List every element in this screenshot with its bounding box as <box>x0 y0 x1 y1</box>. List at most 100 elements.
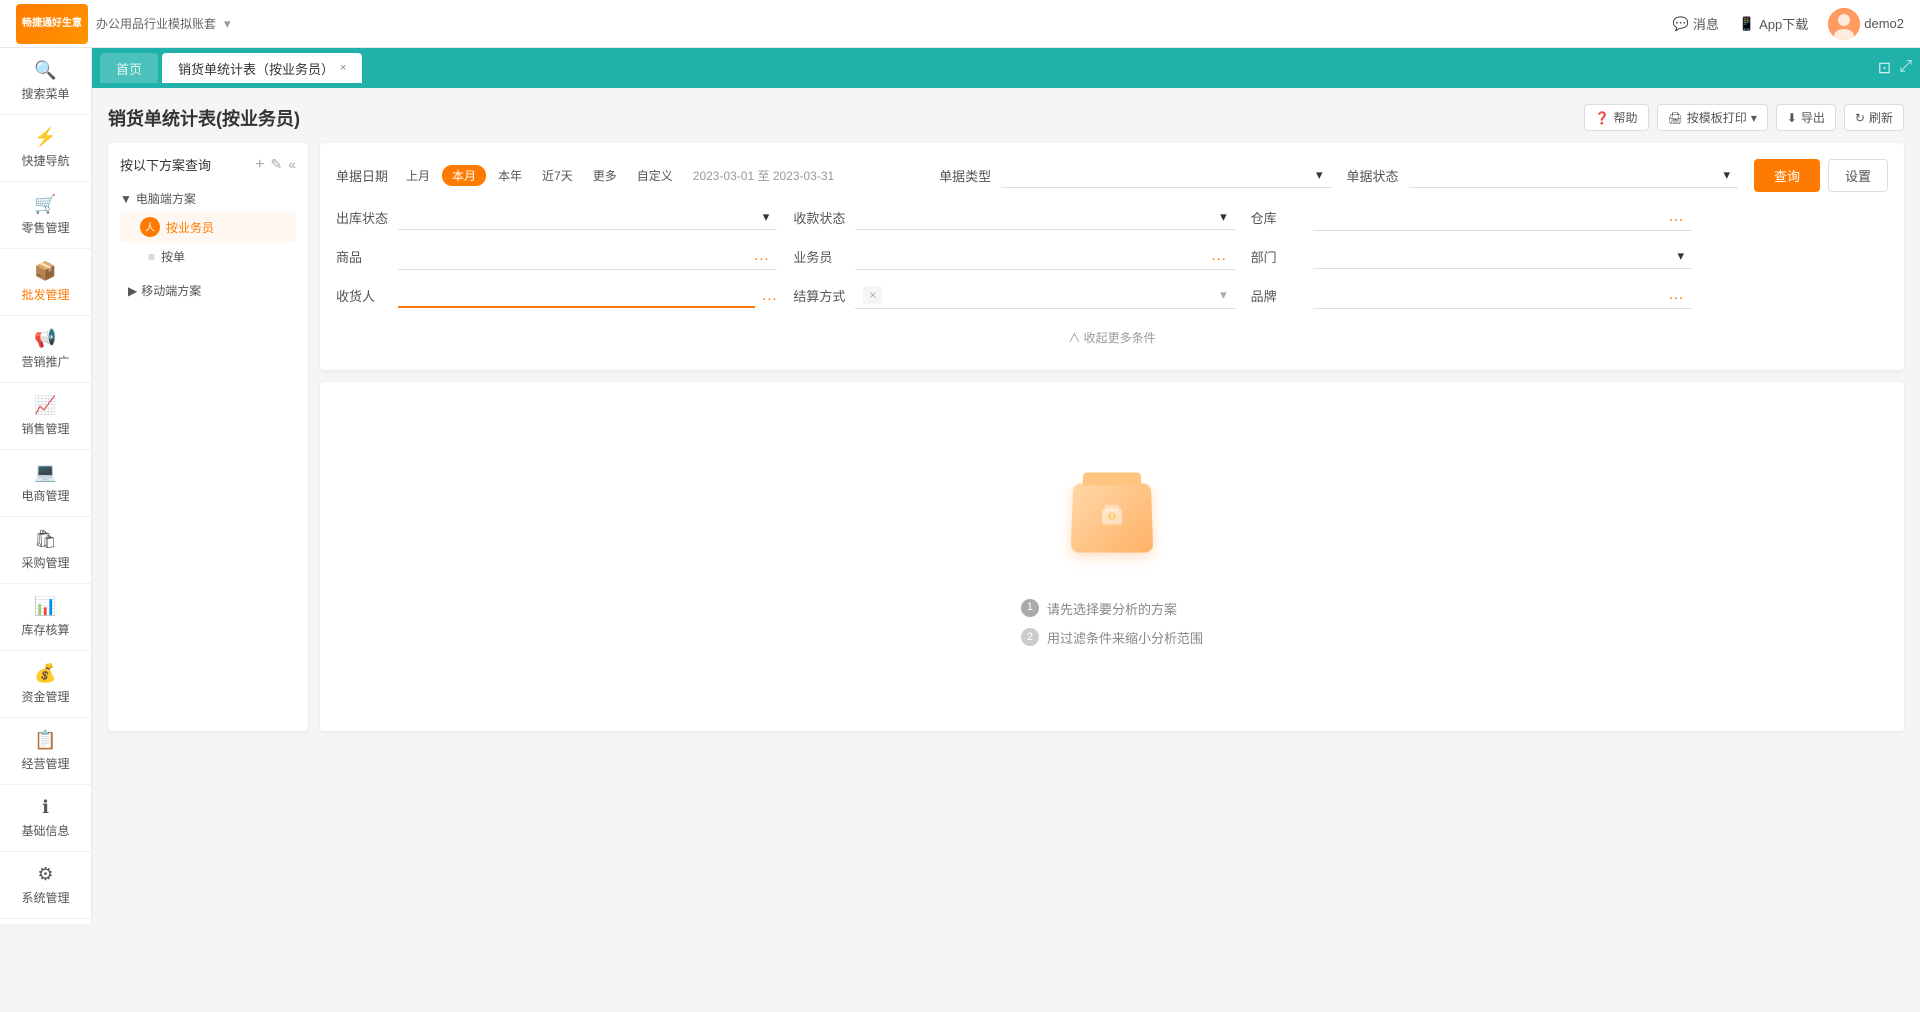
sidebar-item-11[interactable]: ℹ基础信息 <box>0 785 91 852</box>
sidebar-item-8[interactable]: 📊库存核算 <box>0 584 91 651</box>
filter-doc-type: 单据类型 ▾ <box>939 163 1330 188</box>
mobile-scheme-group: ▶ 移动端方案 <box>120 278 296 303</box>
sidebar-item-13[interactable]: 🤝企业协同 <box>0 919 91 924</box>
filter-salesperson: 业务员 … <box>793 243 1234 270</box>
export-button[interactable]: ⬇ 导出 <box>1776 104 1836 131</box>
left-panel-title: 按以下方案查询 <box>120 155 211 174</box>
user-profile[interactable]: demo2 <box>1828 8 1904 40</box>
salesperson-dots[interactable]: … <box>1211 247 1227 265</box>
empty-text: 1 请先选择要分析的方案 2 用过滤条件来缩小分析范围 <box>1021 598 1203 651</box>
payment-tag: × <box>863 286 882 304</box>
date-custom[interactable]: 自定义 <box>629 165 681 186</box>
filter-payment: 结算方式 × ▾ <box>793 282 1234 309</box>
topbar-left: 畅捷通好生意 办公用品行业模拟账套 ▾ <box>16 4 231 44</box>
filter-row-2: 出库状态 ▾ 收款状态 ▾ 仓库 <box>336 204 1888 231</box>
query-button[interactable]: 查询 <box>1754 159 1820 192</box>
dept-label: 部门 <box>1251 247 1307 266</box>
tabbar-right: ⊡ ⤢ <box>1878 58 1912 78</box>
doc-type-select[interactable]: ▾ <box>1001 163 1330 188</box>
filter-row-3: 商品 … 业务员 … 部门 <box>336 243 1888 270</box>
salesperson-label: 业务员 <box>793 247 849 266</box>
filter-date: 单据日期 上月 本月 本年 近7天 更多 自定义 2023-03-01 至 20… <box>336 165 923 186</box>
date-prev-month[interactable]: 上月 <box>398 165 438 186</box>
doc-type-label: 单据类型 <box>939 166 995 185</box>
date-range-row: 上月 本月 本年 近7天 更多 自定义 2023-03-01 至 2023-03… <box>398 165 923 186</box>
consignee-dots[interactable]: … <box>761 287 777 305</box>
scheme-active-icon: 人 <box>140 217 160 237</box>
breadcrumb-dropdown[interactable]: ▾ <box>224 16 231 32</box>
settings-button[interactable]: 设置 <box>1828 159 1888 192</box>
product-dots[interactable]: … <box>753 247 769 265</box>
empty-state: ! 1 请先选择要分析的方案 2 用过滤条件来缩小分析范围 <box>320 382 1904 731</box>
sidebar-item-5[interactable]: 📈销售管理 <box>0 383 91 450</box>
sidebar-item-9[interactable]: 💰资金管理 <box>0 651 91 718</box>
pc-scheme-group-title[interactable]: ▼ 电脑端方案 <box>120 186 296 211</box>
edit-scheme-icon[interactable]: ✎ <box>270 156 282 174</box>
user-name: demo2 <box>1864 16 1904 31</box>
main-content: 销货单统计表(按业务员) ❓ 帮助 🖨 按模板打印 ▾ ⬇ 导出 ↻ 刷新 <box>92 88 1920 924</box>
date-this-month[interactable]: 本月 <box>442 165 486 186</box>
sidebar-item-3[interactable]: 📦批发管理 <box>0 249 91 316</box>
date-range-text: 2023-03-01 至 2023-03-31 <box>693 167 834 184</box>
sidebar-item-1[interactable]: ⚡快捷导航 <box>0 115 91 182</box>
warehouse-label: 仓库 <box>1251 208 1307 227</box>
date-quick-btns: 上月 本月 本年 近7天 更多 自定义 <box>398 165 681 186</box>
date-7days[interactable]: 近7天 <box>534 165 581 186</box>
print-dropdown-icon: ▾ <box>1751 111 1757 125</box>
doc-status-label: 单据状态 <box>1347 166 1403 185</box>
sidebar: 🔍搜索菜单⚡快捷导航🛒零售管理📦批发管理📢营销推广📈销售管理💻电商管理🛍采购管理… <box>0 48 92 924</box>
tab-active[interactable]: 销货单统计表（按业务员） × <box>162 53 362 83</box>
payment-tag-close[interactable]: × <box>869 288 876 302</box>
scheme-item-order[interactable]: ≡ 按单 <box>120 243 296 270</box>
dept-select[interactable]: ▾ <box>1313 244 1692 269</box>
step-1: 1 请先选择要分析的方案 <box>1021 598 1203 621</box>
help-button[interactable]: ❓ 帮助 <box>1584 104 1649 131</box>
triangle-down-icon: ▼ <box>120 192 132 206</box>
filter-receipt-status: 收款状态 ▾ <box>793 205 1234 230</box>
refresh-icon: ↻ <box>1855 111 1865 125</box>
empty-box-icon: ! <box>1097 499 1127 535</box>
tab-home[interactable]: 首页 <box>100 53 158 83</box>
date-more[interactable]: 更多 <box>585 165 625 186</box>
sidebar-item-0[interactable]: 🔍搜索菜单 <box>0 48 91 115</box>
sidebar-item-7[interactable]: 🛍采购管理 <box>0 517 91 584</box>
receipt-status-select[interactable]: ▾ <box>855 205 1234 230</box>
dropdown-icon: ▾ <box>1316 167 1323 183</box>
tab-expand-icon[interactable]: ⤢ <box>1899 58 1912 78</box>
dropdown-icon-2: ▾ <box>1723 167 1730 183</box>
message-action[interactable]: 💬 消息 <box>1673 14 1719 33</box>
collapse-panel-icon[interactable]: « <box>288 156 296 174</box>
filter-product: 商品 … <box>336 243 777 270</box>
brand-dots[interactable]: … <box>1668 286 1684 304</box>
collapse-bar[interactable]: ∧ 收起更多条件 <box>336 321 1888 354</box>
step1-num: 1 <box>1021 599 1039 617</box>
sidebar-item-2[interactable]: 🛒零售管理 <box>0 182 91 249</box>
breadcrumb: 办公用品行业模拟账套 <box>96 15 216 32</box>
tab-close-icon[interactable]: × <box>340 62 346 74</box>
page-header: 销货单统计表(按业务员) ❓ 帮助 🖨 按模板打印 ▾ ⬇ 导出 ↻ 刷新 <box>108 104 1904 131</box>
right-area: 单据日期 上月 本月 本年 近7天 更多 自定义 2023-03-01 至 20… <box>320 143 1904 731</box>
sidebar-item-4[interactable]: 📢营销推广 <box>0 316 91 383</box>
consignee-input[interactable] <box>398 283 755 308</box>
sub-scheme-icon: ≡ <box>148 250 155 264</box>
app-icon: 📱 <box>1739 16 1755 32</box>
scheme-item-salesperson[interactable]: 人 按业务员 <box>120 211 296 243</box>
sidebar-item-6[interactable]: 💻电商管理 <box>0 450 91 517</box>
date-this-year[interactable]: 本年 <box>490 165 530 186</box>
payment-label: 结算方式 <box>793 286 849 305</box>
sidebar-item-12[interactable]: ⚙系统管理 <box>0 852 91 919</box>
mobile-scheme-title[interactable]: ▶ 移动端方案 <box>120 278 296 303</box>
filter-doc-status: 单据状态 ▾ <box>1347 163 1738 188</box>
doc-status-select[interactable]: ▾ <box>1409 163 1738 188</box>
print-button[interactable]: 🖨 按模板打印 ▾ <box>1657 104 1768 131</box>
filter-panel: 单据日期 上月 本月 本年 近7天 更多 自定义 2023-03-01 至 20… <box>320 143 1904 370</box>
add-scheme-icon[interactable]: + <box>255 156 264 174</box>
filter-row-4: 收货人 … 结算方式 × ▾ <box>336 282 1888 309</box>
out-status-select[interactable]: ▾ <box>398 205 777 230</box>
app-download-action[interactable]: 📱 App下载 <box>1739 14 1808 33</box>
svg-text:!: ! <box>1111 513 1113 522</box>
sidebar-item-10[interactable]: 📋经营管理 <box>0 718 91 785</box>
warehouse-dots[interactable]: … <box>1668 208 1684 226</box>
refresh-button[interactable]: ↻ 刷新 <box>1844 104 1904 131</box>
tab-restore-icon[interactable]: ⊡ <box>1878 58 1891 78</box>
